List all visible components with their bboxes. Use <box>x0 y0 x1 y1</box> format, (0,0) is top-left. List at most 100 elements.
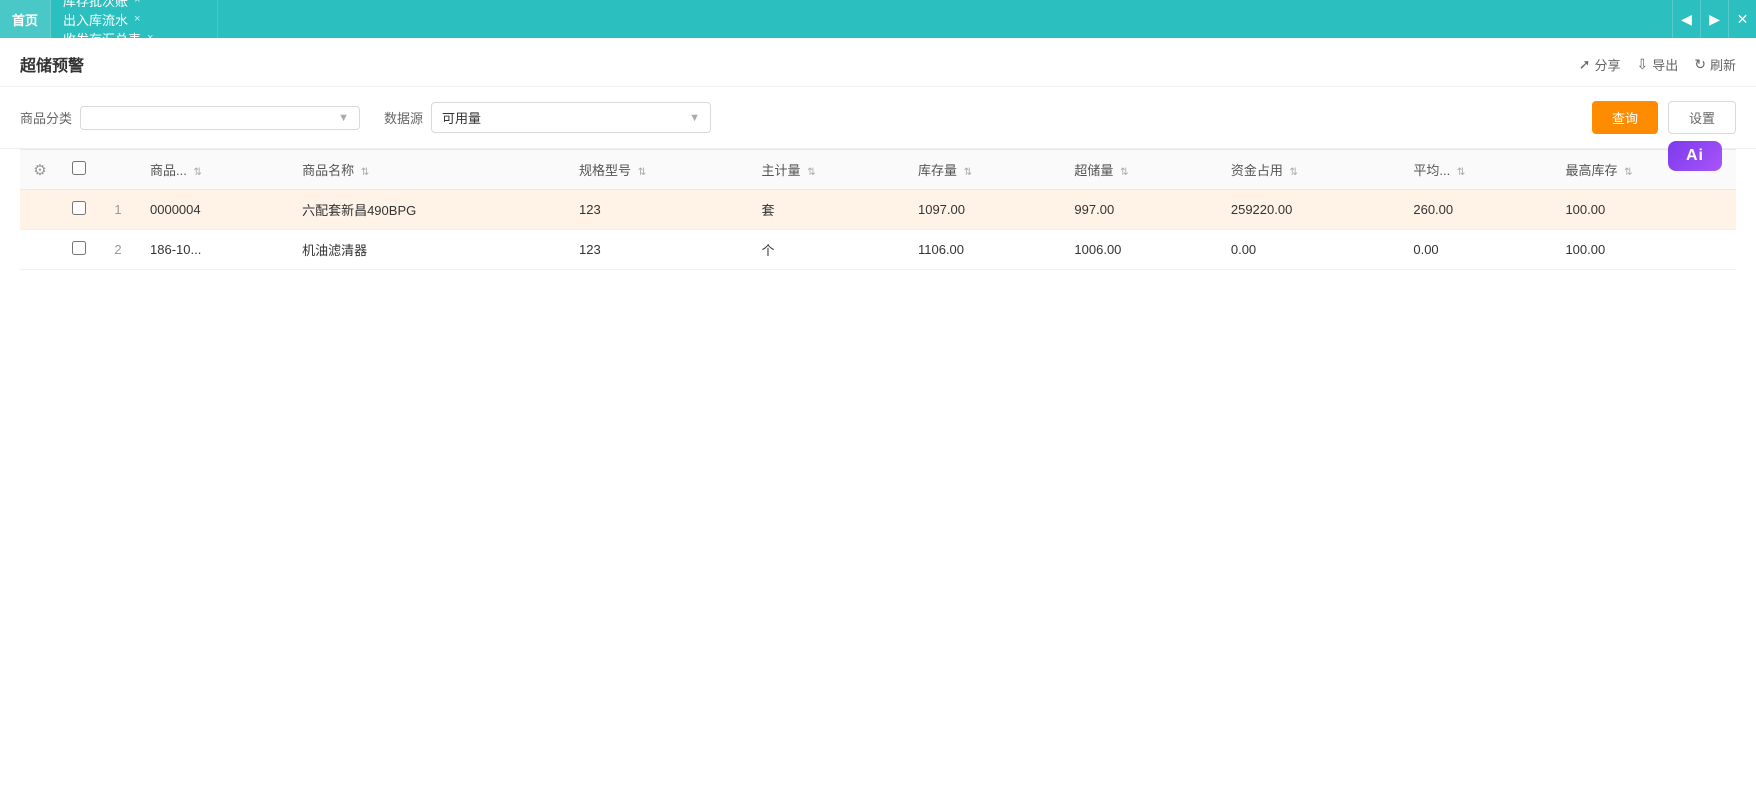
row-index: 1 <box>98 190 138 230</box>
sort-stock-icon: ⇅ <box>964 167 972 178</box>
row-stock: 1097.00 <box>906 190 1062 230</box>
nav-close-button[interactable]: ✕ <box>1728 0 1756 38</box>
category-chevron-icon: ▼ <box>338 112 349 124</box>
col-header-avg[interactable]: 平均... ⇅ <box>1401 150 1553 190</box>
tab-tab-7[interactable]: 收发存汇总表 × <box>51 29 218 39</box>
col-header-unit[interactable]: 主计量 ⇅ <box>750 150 906 190</box>
row-name: 机油滤清器 <box>290 230 567 270</box>
tab-tab-6[interactable]: 出入库流水 × <box>51 10 218 29</box>
row-capital: 0.00 <box>1219 230 1402 270</box>
row-avg: 260.00 <box>1401 190 1553 230</box>
category-label: 商品分类 <box>20 108 72 127</box>
col-capital-label: 资金占用 <box>1231 163 1283 178</box>
col-header-code[interactable]: 商品... ⇅ <box>138 150 290 190</box>
home-label: 首页 <box>12 10 38 29</box>
ai-button[interactable]: Ai <box>1668 141 1722 171</box>
refresh-button[interactable]: ↻ 刷新 <box>1694 55 1736 74</box>
tabs-container: 拣货任务管理×拣货异常处理×现存量（库存状况表）×现存量（库存分布表）×库存批次… <box>51 0 218 38</box>
col-header-gear[interactable]: ⚙ <box>20 150 60 190</box>
col-unit-label: 主计量 <box>762 163 801 178</box>
table-row: 1 0000004 六配套新昌490BPG 123 套 1097.00 997.… <box>20 190 1736 230</box>
tab-label: 收发存汇总表 <box>63 29 141 39</box>
row-checkbox[interactable] <box>72 241 86 255</box>
home-tab[interactable]: 首页 <box>0 0 51 38</box>
col-code-label: 商品... <box>150 163 187 178</box>
row-gear-cell <box>20 230 60 270</box>
select-all-checkbox[interactable] <box>72 161 86 175</box>
category-select[interactable]: ▼ <box>80 106 360 130</box>
filter-actions: 查询 设置 <box>1592 101 1736 134</box>
table-row: 2 186-10... 机油滤清器 123 个 1106.00 1006.00 … <box>20 230 1736 270</box>
settings-button[interactable]: 设置 <box>1668 101 1736 134</box>
tab-close-icon[interactable]: × <box>134 13 140 25</box>
col-header-name[interactable]: 商品名称 ⇅ <box>290 150 567 190</box>
tab-label: 出入库流水 <box>63 10 128 29</box>
col-stock-label: 库存量 <box>918 163 957 178</box>
filter-area: 商品分类 ▼ 数据源 可用量 ▼ 查询 设置 <box>0 87 1756 149</box>
row-checkbox[interactable] <box>72 201 86 215</box>
row-stock: 1106.00 <box>906 230 1062 270</box>
export-icon: ⇩ <box>1637 56 1649 73</box>
page-title: 超储预警 <box>20 52 84 76</box>
query-button[interactable]: 查询 <box>1592 101 1658 134</box>
share-icon: ➚ <box>1579 56 1591 73</box>
col-header-index <box>98 150 138 190</box>
row-unit: 个 <box>750 230 906 270</box>
row-avg: 0.00 <box>1401 230 1553 270</box>
page-container: 超储预警 ➚ 分享 ⇩ 导出 ↻ 刷新 商品分类 ▼ 数据源 <box>0 38 1756 800</box>
col-avg-label: 平均... <box>1413 163 1450 178</box>
col-spec-label: 规格型号 <box>579 163 631 178</box>
share-button[interactable]: ➚ 分享 <box>1579 55 1621 74</box>
page-header: 超储预警 ➚ 分享 ⇩ 导出 ↻ 刷新 <box>0 38 1756 87</box>
table-container: ⚙ 商品... ⇅ 商品名称 ⇅ 规格型号 <box>0 149 1756 270</box>
row-code: 186-10... <box>138 230 290 270</box>
datasource-filter-group: 数据源 可用量 ▼ <box>384 102 711 133</box>
sort-name-icon: ⇅ <box>361 167 369 178</box>
col-header-capital[interactable]: 资金占用 ⇅ <box>1219 150 1402 190</box>
share-label: 分享 <box>1594 55 1620 74</box>
sort-code-icon: ⇅ <box>193 167 201 178</box>
export-button[interactable]: ⇩ 导出 <box>1637 55 1679 74</box>
nav-buttons: ◀ ▶ ✕ <box>1672 0 1756 38</box>
sort-max-icon: ⇅ <box>1624 167 1632 178</box>
refresh-icon: ↻ <box>1694 56 1706 73</box>
row-gear-cell <box>20 190 60 230</box>
col-header-over[interactable]: 超储量 ⇅ <box>1062 150 1218 190</box>
row-over: 1006.00 <box>1062 230 1218 270</box>
datasource-chevron-icon: ▼ <box>689 112 700 124</box>
row-max-stock: 100.00 <box>1553 230 1736 270</box>
table-header-row: ⚙ 商品... ⇅ 商品名称 ⇅ 规格型号 <box>20 150 1736 190</box>
topbar: 首页 拣货任务管理×拣货异常处理×现存量（库存状况表）×现存量（库存分布表）×库… <box>0 0 1756 38</box>
datasource-label: 数据源 <box>384 108 423 127</box>
row-index: 2 <box>98 230 138 270</box>
gear-icon[interactable]: ⚙ <box>33 162 46 179</box>
tab-tab-5[interactable]: 库存批次账 × <box>51 0 218 10</box>
header-actions: ➚ 分享 ⇩ 导出 ↻ 刷新 <box>1579 55 1736 74</box>
col-header-spec[interactable]: 规格型号 ⇅ <box>567 150 750 190</box>
row-checkbox-cell[interactable] <box>60 230 98 270</box>
refresh-label: 刷新 <box>1710 55 1736 74</box>
row-spec: 123 <box>567 190 750 230</box>
row-name: 六配套新昌490BPG <box>290 190 567 230</box>
sort-unit-icon: ⇅ <box>807 167 815 178</box>
row-over: 997.00 <box>1062 190 1218 230</box>
data-table: ⚙ 商品... ⇅ 商品名称 ⇅ 规格型号 <box>20 149 1736 270</box>
sort-capital-icon: ⇅ <box>1290 167 1298 178</box>
sort-spec-icon: ⇅ <box>638 167 646 178</box>
tab-close-icon[interactable]: × <box>134 0 140 6</box>
tab-label: 库存批次账 <box>63 0 128 10</box>
nav-prev-button[interactable]: ◀ <box>1672 0 1700 38</box>
col-header-checkbox[interactable] <box>60 150 98 190</box>
row-max-stock: 100.00 <box>1553 190 1736 230</box>
datasource-select[interactable]: 可用量 ▼ <box>431 102 711 133</box>
row-spec: 123 <box>567 230 750 270</box>
export-label: 导出 <box>1652 55 1678 74</box>
col-name-label: 商品名称 <box>302 163 354 178</box>
nav-next-button[interactable]: ▶ <box>1700 0 1728 38</box>
row-checkbox-cell[interactable] <box>60 190 98 230</box>
datasource-value: 可用量 <box>442 108 481 127</box>
tab-close-icon[interactable]: × <box>147 32 153 38</box>
col-header-stock[interactable]: 库存量 ⇅ <box>906 150 1062 190</box>
col-max-label: 最高库存 <box>1565 163 1617 178</box>
row-code: 0000004 <box>138 190 290 230</box>
